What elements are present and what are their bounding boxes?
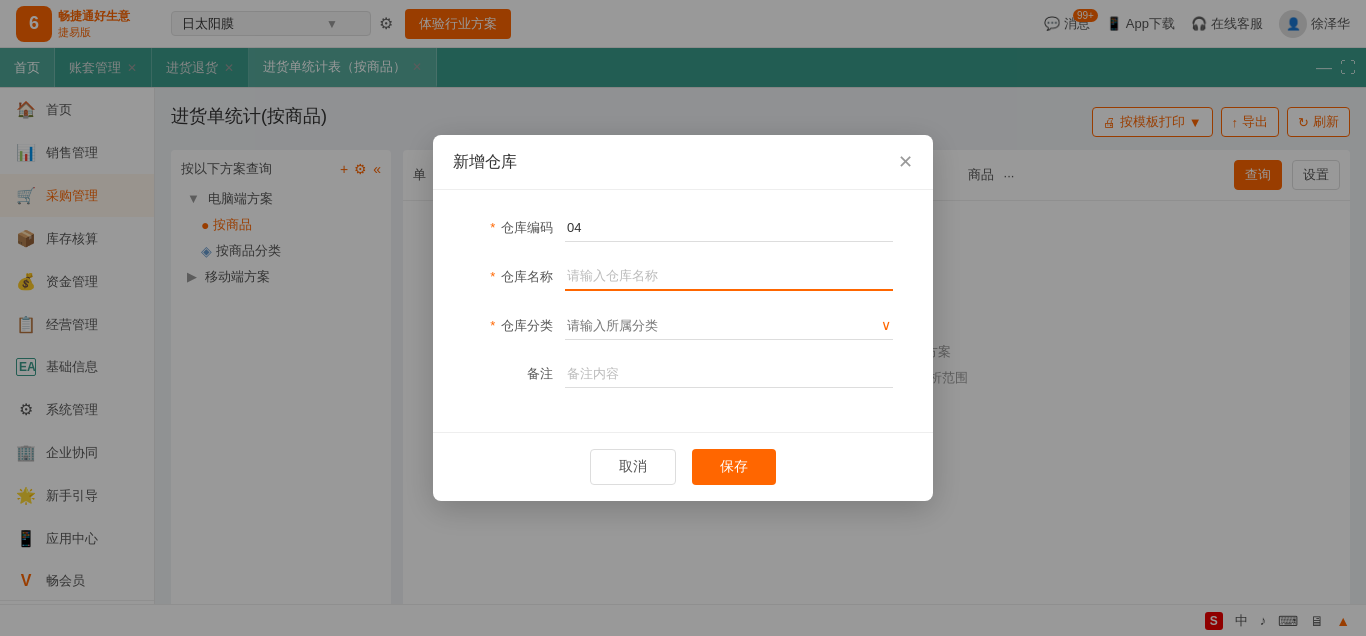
warehouse-name-input[interactable]: [565, 262, 893, 291]
required-star-code: *: [490, 220, 495, 235]
modal-body: * 仓库编码 * 仓库名称 * 仓库分类: [433, 190, 933, 432]
new-warehouse-modal: 新增仓库 ✕ * 仓库编码 * 仓库名称: [433, 135, 933, 501]
modal-header: 新增仓库 ✕: [433, 135, 933, 190]
code-label: * 仓库编码: [473, 219, 553, 237]
form-row-remark: 备注: [473, 360, 893, 388]
form-row-code: * 仓库编码: [473, 214, 893, 242]
modal-title: 新增仓库: [453, 152, 517, 173]
cancel-button[interactable]: 取消: [590, 449, 676, 485]
modal-overlay: 新增仓库 ✕ * 仓库编码 * 仓库名称: [0, 0, 1366, 636]
required-star-category: *: [490, 318, 495, 333]
form-row-category: * 仓库分类 ∨: [473, 311, 893, 340]
warehouse-code-input[interactable]: [565, 214, 893, 242]
category-dropdown-icon[interactable]: ∨: [881, 317, 891, 333]
category-label: * 仓库分类: [473, 317, 553, 335]
category-select-input[interactable]: [567, 318, 881, 333]
remark-input[interactable]: [565, 360, 893, 388]
modal-close-icon[interactable]: ✕: [898, 151, 913, 173]
remark-label: 备注: [473, 365, 553, 383]
required-star-name: *: [490, 269, 495, 284]
modal-footer: 取消 保存: [433, 432, 933, 501]
form-row-name: * 仓库名称: [473, 262, 893, 291]
save-button[interactable]: 保存: [692, 449, 776, 485]
name-label: * 仓库名称: [473, 268, 553, 286]
category-select-row: ∨: [565, 311, 893, 340]
